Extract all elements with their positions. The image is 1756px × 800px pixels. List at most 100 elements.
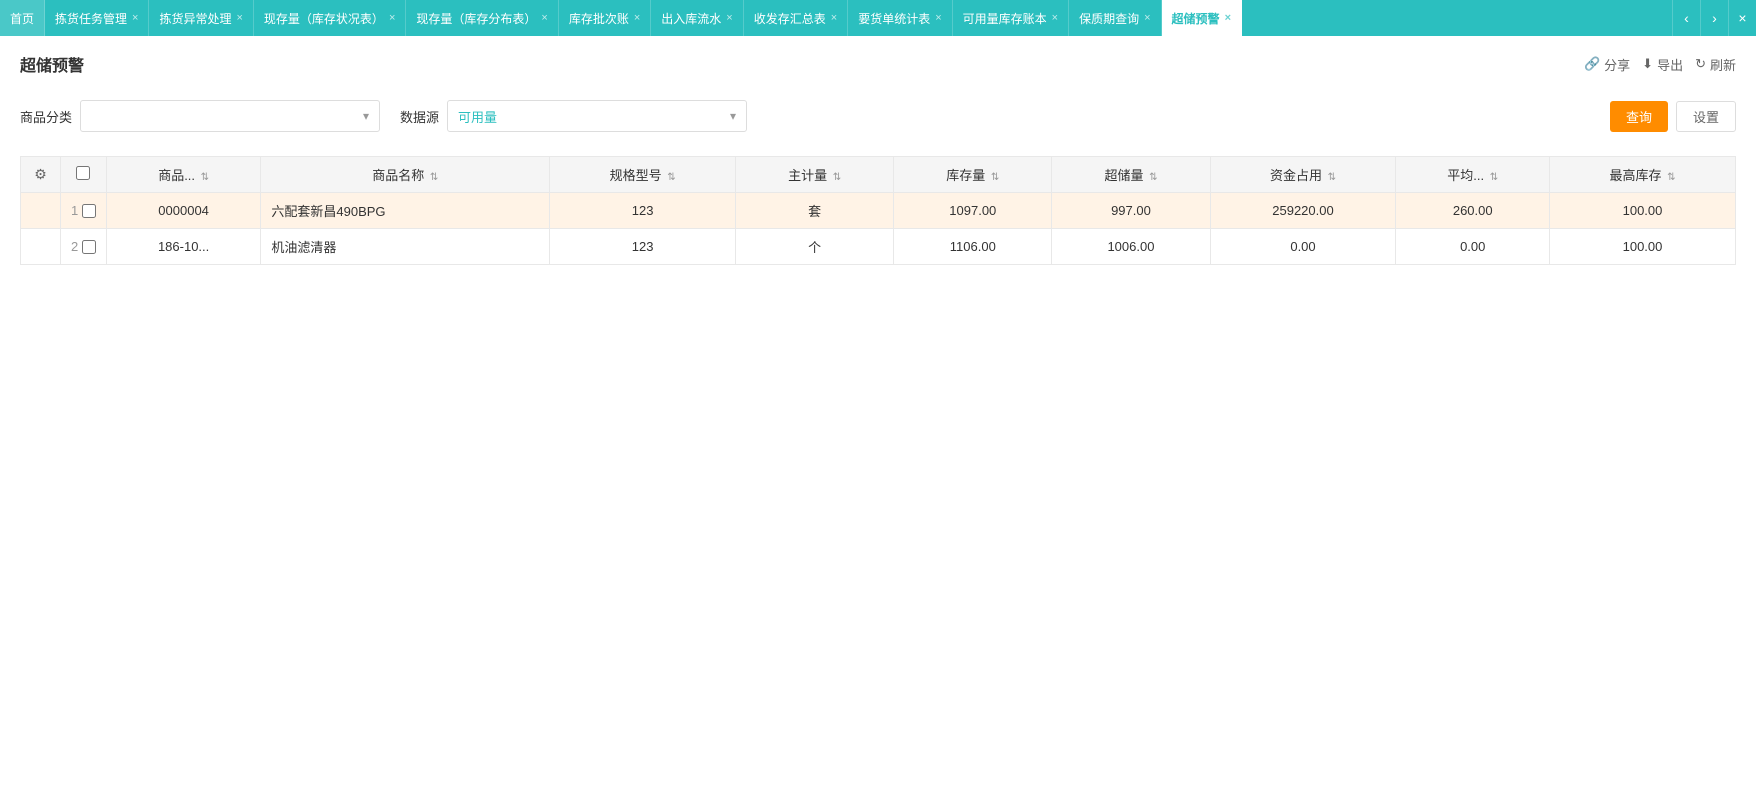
- filter-actions: 查询 设置: [1610, 101, 1736, 132]
- nav-overstock[interactable]: 超储预警 ×: [1162, 0, 1242, 36]
- table-header-row: ⚙ 商品... ⇅ 商品名称 ⇅ 规格型号 ⇅ 主计量: [21, 157, 1736, 193]
- close-abnormal[interactable]: ×: [236, 12, 242, 24]
- close-collect-summary[interactable]: ×: [831, 12, 837, 24]
- row-product-code: 0000004: [106, 193, 261, 229]
- nav-inventory-status[interactable]: 现存量（库存状况表） ×: [254, 0, 406, 36]
- datasource-select[interactable]: 可用量 ▾: [447, 100, 747, 132]
- col-product-code-label: 商品...: [158, 168, 195, 183]
- header-actions: 🔗 分享 ⬇ 导出 ↻ 刷新: [1584, 55, 1736, 74]
- col-avg[interactable]: 平均... ⇅: [1396, 157, 1550, 193]
- nav-arrows: ‹ › ×: [1672, 0, 1756, 36]
- col-max-stock-label: 最高库存: [1609, 168, 1661, 183]
- table-row: 1 0000004 六配套新昌490BPG 123 套 1097.00 997.…: [21, 193, 1736, 229]
- row-unit: 个: [736, 229, 894, 265]
- col-overstock[interactable]: 超储量 ⇅: [1052, 157, 1210, 193]
- close-expiry[interactable]: ×: [1144, 12, 1150, 24]
- row-stock: 1097.00: [894, 193, 1052, 229]
- col-checkbox: [61, 157, 107, 193]
- datasource-label: 数据源: [400, 107, 439, 126]
- table-row: 2 186-10... 机油滤清器 123 个 1106.00 1006.00 …: [21, 229, 1736, 265]
- refresh-button[interactable]: ↻ 刷新: [1695, 55, 1736, 74]
- sort-capital-icon: ⇅: [1328, 172, 1336, 183]
- row-capital: 0.00: [1210, 229, 1396, 265]
- row-max-stock: 100.00: [1549, 193, 1735, 229]
- row-checkbox[interactable]: [82, 240, 96, 254]
- close-inventory-dist[interactable]: ×: [541, 12, 547, 24]
- page-header: 超储预警 🔗 分享 ⬇ 导出 ↻ 刷新: [20, 52, 1736, 76]
- col-product-code[interactable]: 商品... ⇅: [106, 157, 261, 193]
- row-spec: 123: [550, 193, 736, 229]
- nav-expiry[interactable]: 保质期查询 ×: [1069, 0, 1161, 36]
- row-overstock: 997.00: [1052, 193, 1210, 229]
- share-icon: 🔗: [1584, 56, 1600, 72]
- nav-order-stats[interactable]: 要货单统计表 ×: [848, 0, 952, 36]
- row-checkbox[interactable]: [82, 204, 96, 218]
- nav-inout-flow[interactable]: 出入库流水 ×: [651, 0, 743, 36]
- export-button[interactable]: ⬇ 导出: [1642, 55, 1683, 74]
- col-product-name[interactable]: 商品名称 ⇅: [261, 157, 550, 193]
- close-inout-flow[interactable]: ×: [726, 12, 732, 24]
- col-capital-label: 资金占用: [1270, 168, 1322, 183]
- row-spec: 123: [550, 229, 736, 265]
- top-navigation: 首页 拣货任务管理 × 拣货异常处理 × 现存量（库存状况表） × 现存量（库存…: [0, 0, 1756, 36]
- close-batch[interactable]: ×: [634, 12, 640, 24]
- category-select[interactable]: ▾: [80, 100, 380, 132]
- query-button[interactable]: 查询: [1610, 101, 1668, 132]
- share-button[interactable]: 🔗 分享: [1584, 55, 1630, 74]
- close-task-mgmt[interactable]: ×: [132, 12, 138, 24]
- row-checkbox-cell: 2: [61, 229, 107, 265]
- sort-stock-icon: ⇅: [991, 172, 999, 183]
- col-product-name-label: 商品名称: [372, 168, 424, 183]
- gear-icon[interactable]: ⚙: [34, 166, 47, 182]
- category-filter: 商品分类 ▾: [20, 100, 380, 132]
- refresh-icon: ↻: [1695, 56, 1706, 72]
- sort-max-stock-icon: ⇅: [1667, 172, 1675, 183]
- row-settings-cell: [21, 193, 61, 229]
- close-inventory-status[interactable]: ×: [389, 12, 395, 24]
- nav-arrow-close[interactable]: ×: [1728, 0, 1756, 36]
- nav-home[interactable]: 首页: [0, 0, 45, 36]
- row-max-stock: 100.00: [1549, 229, 1735, 265]
- nav-task-mgmt[interactable]: 拣货任务管理 ×: [45, 0, 149, 36]
- col-spec[interactable]: 规格型号 ⇅: [550, 157, 736, 193]
- row-capital: 259220.00: [1210, 193, 1396, 229]
- sort-product-code-icon: ⇅: [201, 172, 209, 183]
- category-chevron-icon: ▾: [363, 109, 369, 123]
- nav-arrow-left[interactable]: ‹: [1672, 0, 1700, 36]
- row-index: 1: [71, 203, 78, 218]
- sort-avg-icon: ⇅: [1490, 172, 1498, 183]
- col-capital[interactable]: 资金占用 ⇅: [1210, 157, 1396, 193]
- select-all-checkbox[interactable]: [76, 166, 90, 180]
- row-overstock: 1006.00: [1052, 229, 1210, 265]
- filter-row: 商品分类 ▾ 数据源 可用量 ▾ 查询 设置: [20, 92, 1736, 140]
- nav-batch[interactable]: 库存批次账 ×: [559, 0, 651, 36]
- nav-abnormal[interactable]: 拣货异常处理 ×: [149, 0, 253, 36]
- category-label: 商品分类: [20, 107, 72, 126]
- col-max-stock[interactable]: 最高库存 ⇅: [1549, 157, 1735, 193]
- datasource-filter: 数据源 可用量 ▾: [400, 100, 747, 132]
- col-unit[interactable]: 主计量 ⇅: [736, 157, 894, 193]
- row-avg: 260.00: [1396, 193, 1550, 229]
- close-overstock[interactable]: ×: [1225, 12, 1231, 24]
- export-icon: ⬇: [1642, 56, 1653, 72]
- col-stock-label: 库存量: [946, 168, 985, 183]
- row-product-code: 186-10...: [106, 229, 261, 265]
- row-product-name: 六配套新昌490BPG: [261, 193, 550, 229]
- col-settings: ⚙: [21, 157, 61, 193]
- settings-button[interactable]: 设置: [1676, 101, 1736, 132]
- row-settings-cell: [21, 229, 61, 265]
- col-avg-label: 平均...: [1447, 168, 1484, 183]
- nav-collect-summary[interactable]: 收发存汇总表 ×: [744, 0, 848, 36]
- page-title: 超储预警: [20, 52, 84, 76]
- datasource-value: 可用量: [458, 107, 497, 126]
- close-available-account[interactable]: ×: [1052, 12, 1058, 24]
- row-unit: 套: [736, 193, 894, 229]
- nav-arrow-right[interactable]: ›: [1700, 0, 1728, 36]
- data-table: ⚙ 商品... ⇅ 商品名称 ⇅ 规格型号 ⇅ 主计量: [20, 156, 1736, 265]
- sort-unit-icon: ⇅: [833, 172, 841, 183]
- col-stock[interactable]: 库存量 ⇅: [894, 157, 1052, 193]
- nav-available-account[interactable]: 可用量库存账本 ×: [953, 0, 1069, 36]
- row-stock: 1106.00: [894, 229, 1052, 265]
- nav-inventory-dist[interactable]: 现存量（库存分布表） ×: [406, 0, 558, 36]
- close-order-stats[interactable]: ×: [935, 12, 941, 24]
